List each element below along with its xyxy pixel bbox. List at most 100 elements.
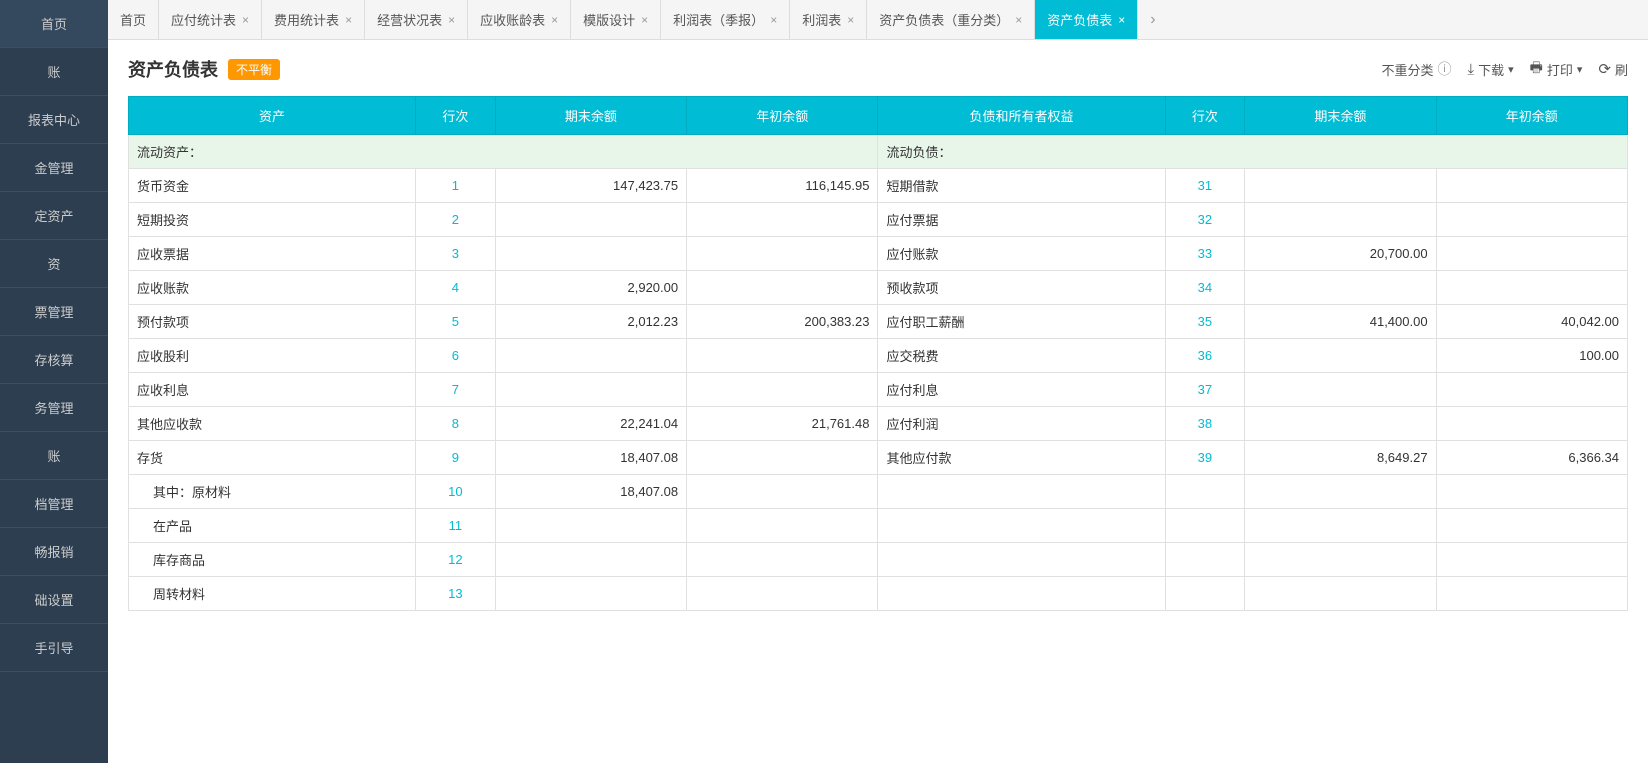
sidebar-item-finance[interactable]: 金管理 (0, 144, 108, 192)
tab-receivable-aging[interactable]: 应收账龄表 × (468, 0, 571, 40)
tab-close-template-design[interactable]: × (641, 13, 648, 27)
left-item-name: 货币资金 (129, 169, 416, 203)
tab-close-balance[interactable]: × (1118, 13, 1125, 27)
right-item-name (878, 475, 1165, 509)
tab-close-payable-stats[interactable]: × (242, 13, 249, 27)
download-button[interactable]: ⤓ 下载 ▾ (1467, 60, 1513, 79)
print-button[interactable]: 🖶 打印 ▾ (1530, 57, 1583, 81)
sidebar-item-account[interactable]: 账 (0, 48, 108, 96)
sidebar-item-home[interactable]: 首页 (0, 0, 108, 48)
right-item-name: 应付票据 (878, 203, 1165, 237)
right-end-balance: 8,649.27 (1245, 441, 1436, 475)
sidebar-item-inventory[interactable]: 存核算 (0, 336, 108, 384)
page-header: 资产负债表 不平衡 不重分类 ⓘ ⤓ 下载 ▾ 🖶 打印 ▾ (128, 56, 1628, 82)
tab-balance-reclassify[interactable]: 资产负债表（重分类） × (867, 0, 1035, 40)
tab-balance[interactable]: 资产负债表 × (1035, 0, 1138, 40)
right-item-name: 应付账款 (878, 237, 1165, 271)
tab-cost-stats[interactable]: 费用统计表 × (262, 0, 365, 40)
left-begin-balance: 200,383.23 (687, 305, 878, 339)
tab-template-design[interactable]: 模版设计 × (571, 0, 661, 40)
sidebar: 首页 账 报表中心 金管理 定资产 资 票管理 存核算 务管理 账 档管理 畅报… (0, 0, 108, 763)
unbalanced-badge: 不平衡 (228, 59, 280, 80)
tab-profit[interactable]: 利润表 × (790, 0, 867, 40)
right-row-num (1165, 543, 1245, 577)
tab-close-balance-reclassify[interactable]: × (1015, 13, 1022, 27)
left-begin-balance (687, 577, 878, 611)
sidebar-item-bill-mgmt[interactable]: 票管理 (0, 288, 108, 336)
right-begin-balance (1436, 577, 1627, 611)
left-end-balance (495, 509, 686, 543)
right-row-num (1165, 577, 1245, 611)
left-row-num: 6 (416, 339, 496, 373)
right-item-name (878, 577, 1165, 611)
sidebar-item-archive[interactable]: 档管理 (0, 480, 108, 528)
left-end-balance (495, 237, 686, 271)
right-end-balance (1245, 509, 1436, 543)
sidebar-item-guide[interactable]: 手引导 (0, 624, 108, 672)
left-begin-balance: 116,145.95 (687, 169, 878, 203)
right-item-name: 应付利润 (878, 407, 1165, 441)
right-begin-balance (1436, 169, 1627, 203)
right-item-name: 短期借款 (878, 169, 1165, 203)
right-end-balance (1245, 577, 1436, 611)
sidebar-item-fixed-assets[interactable]: 定资产 (0, 192, 108, 240)
table-row: 货币资金 1 147,423.75 116,145.95 短期借款 31 (129, 169, 1628, 203)
right-begin-balance (1436, 373, 1627, 407)
page-title-group: 资产负债表 不平衡 (128, 56, 280, 82)
table-row: 短期投资 2 应付票据 32 (129, 203, 1628, 237)
left-begin-balance (687, 237, 878, 271)
left-row-num: 4 (416, 271, 496, 305)
print-chevron-icon: ▾ (1577, 63, 1583, 76)
left-item-name: 应收利息 (129, 373, 416, 407)
left-row-num: 13 (416, 577, 496, 611)
download-icon: ⤓ (1467, 61, 1474, 78)
right-end-balance (1245, 407, 1436, 441)
help-icon[interactable]: ⓘ (1437, 59, 1451, 79)
table-row: 预付款项 5 2,012.23 200,383.23 应付职工薪酬 35 41,… (129, 305, 1628, 339)
left-item-name: 其中：原材料 (129, 475, 416, 509)
right-begin-balance: 6,366.34 (1436, 441, 1627, 475)
tab-close-profit[interactable]: × (847, 13, 854, 27)
sidebar-item-investment[interactable]: 资 (0, 240, 108, 288)
left-begin-balance (687, 543, 878, 577)
non-classify-toggle[interactable]: 不重分类 ⓘ (1381, 59, 1451, 79)
tab-operations[interactable]: 经营状况表 × (365, 0, 468, 40)
table-row: 周转材料 13 (129, 577, 1628, 611)
left-row-num: 11 (416, 509, 496, 543)
right-end-balance (1245, 475, 1436, 509)
left-begin-balance: 21,761.48 (687, 407, 878, 441)
sidebar-item-settings[interactable]: 础设置 (0, 576, 108, 624)
left-begin-balance (687, 203, 878, 237)
table-row: 应收股利 6 应交税费 36 100.00 (129, 339, 1628, 373)
right-row-num: 33 (1165, 237, 1245, 271)
left-end-balance: 22,241.04 (495, 407, 686, 441)
col-header-liabilities: 负债和所有者权益 (878, 97, 1165, 135)
col-header-end-bal-right: 期末余额 (1245, 97, 1436, 135)
refresh-button[interactable]: ⟳ 刷 (1598, 60, 1628, 79)
left-item-name: 应收账款 (129, 271, 416, 305)
left-end-balance: 18,407.08 (495, 475, 686, 509)
table-row: 应收账款 4 2,920.00 预收款项 34 (129, 271, 1628, 305)
tab-profit-quarterly[interactable]: 利润表（季报） × (661, 0, 790, 40)
content-area: 资产负债表 不平衡 不重分类 ⓘ ⤓ 下载 ▾ 🖶 打印 ▾ (108, 40, 1648, 763)
right-begin-balance: 100.00 (1436, 339, 1627, 373)
sidebar-item-expense[interactable]: 畅报销 (0, 528, 108, 576)
sidebar-item-report-center[interactable]: 报表中心 (0, 96, 108, 144)
tab-close-cost-stats[interactable]: × (345, 13, 352, 27)
right-item-name: 其他应付款 (878, 441, 1165, 475)
tab-payable-stats[interactable]: 应付统计表 × (159, 0, 262, 40)
sidebar-item-tax[interactable]: 务管理 (0, 384, 108, 432)
balance-table: 资产 行次 期末余额 年初余额 负债和所有者权益 行次 期末余额 年初余额 流动… (128, 96, 1628, 611)
tab-close-operations[interactable]: × (448, 13, 455, 27)
right-row-num: 39 (1165, 441, 1245, 475)
left-end-balance (495, 543, 686, 577)
left-end-balance (495, 203, 686, 237)
tab-close-profit-quarterly[interactable]: × (770, 13, 777, 27)
left-item-name: 短期投资 (129, 203, 416, 237)
tab-home[interactable]: 首页 (108, 0, 159, 40)
tab-close-receivable-aging[interactable]: × (551, 13, 558, 27)
sidebar-item-ledger[interactable]: 账 (0, 432, 108, 480)
tab-scroll-right[interactable]: › (1142, 11, 1163, 29)
left-begin-balance (687, 271, 878, 305)
section-label-left: 流动资产： (129, 135, 878, 169)
